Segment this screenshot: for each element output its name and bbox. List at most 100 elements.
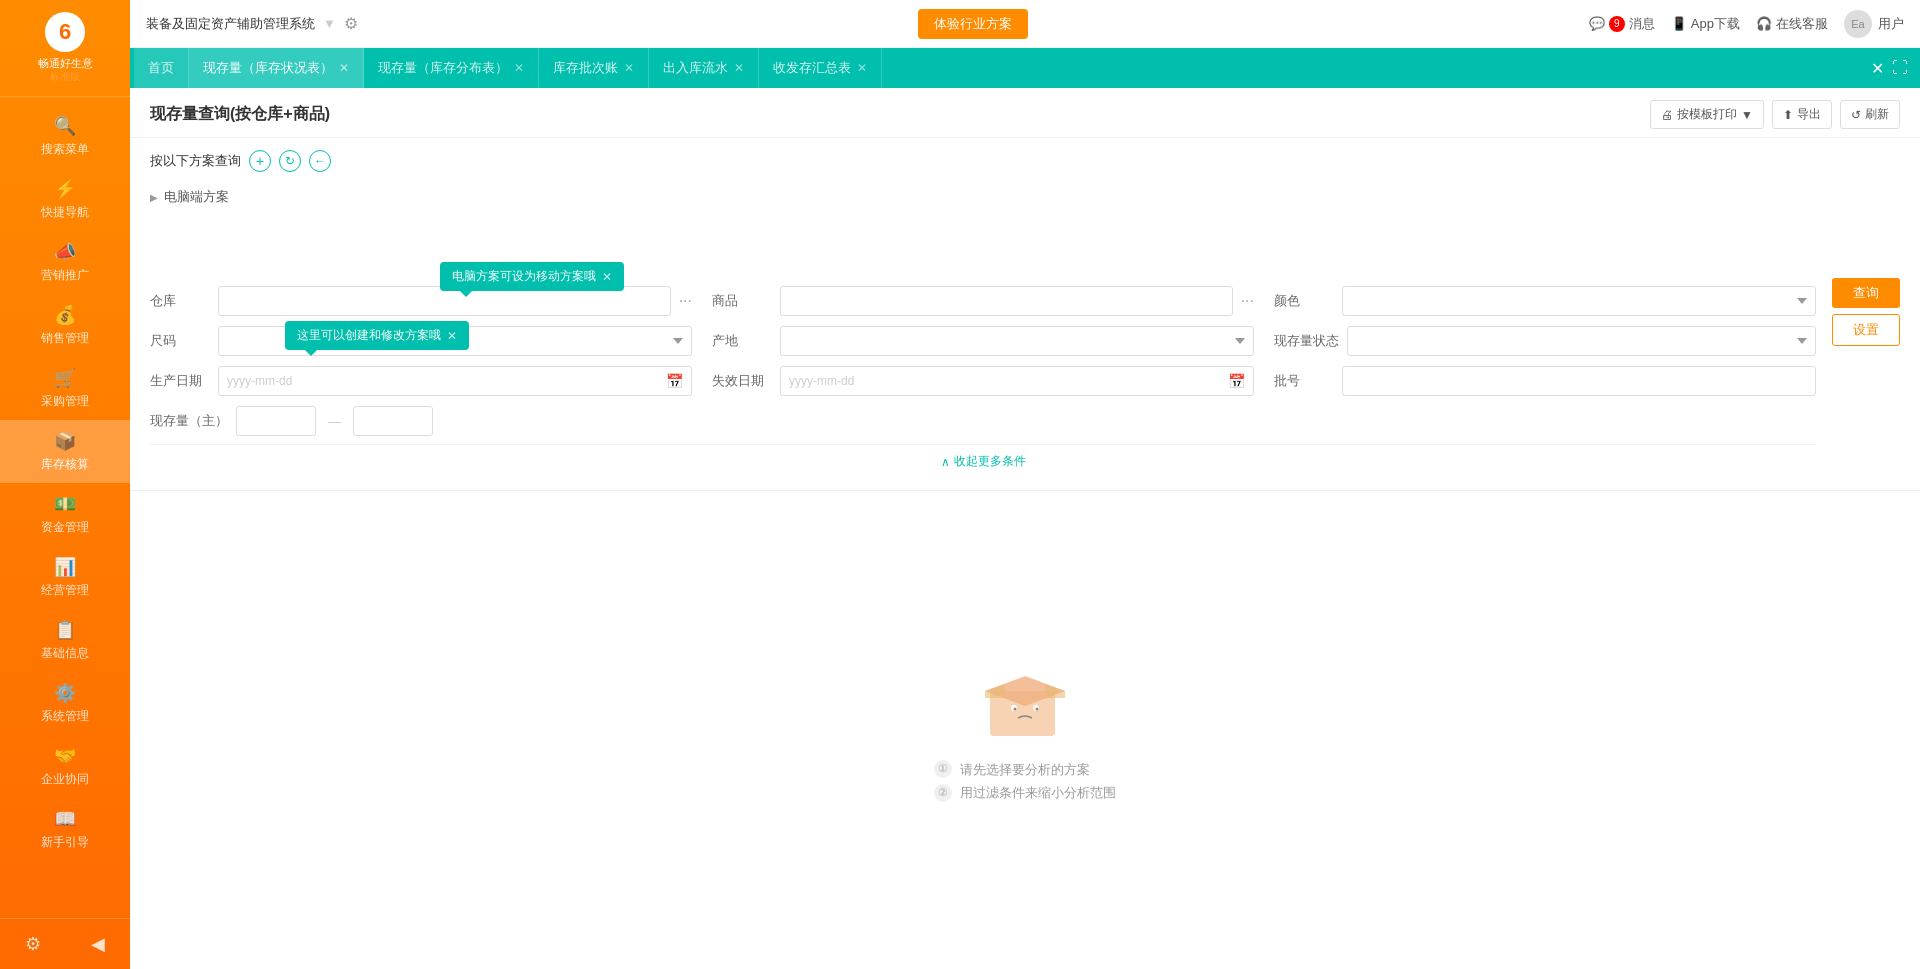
message-icon: 💬 bbox=[1589, 16, 1605, 31]
online-support-btn[interactable]: 🎧 在线客服 bbox=[1756, 15, 1828, 33]
chevron-right-icon: ▶ bbox=[150, 192, 158, 203]
sidebar-item-finance[interactable]: 💵 资金管理 bbox=[0, 483, 130, 546]
tab-close-flow[interactable]: ✕ bbox=[734, 61, 744, 75]
tab-home-label: 首页 bbox=[148, 59, 174, 77]
message-badge: 9 bbox=[1609, 16, 1625, 32]
origin-select[interactable] bbox=[780, 326, 1254, 356]
refresh-label: 刷新 bbox=[1865, 106, 1889, 123]
collapse-sidebar-icon[interactable]: ◀ bbox=[87, 929, 109, 959]
page-actions: 🖨 按模板打印 ▼ ⬆ 导出 ↺ 刷新 bbox=[1650, 100, 1900, 129]
expire-date-input[interactable]: yyyy-mm-dd 📅 bbox=[780, 366, 1254, 396]
sidebar-item-label: 资金管理 bbox=[41, 519, 89, 536]
product-dots[interactable]: ··· bbox=[1241, 292, 1254, 310]
tab-bar: 首页 现存量（库存状况表） ✕ 现存量（库存分布表） ✕ 库存批次账 ✕ 出入库… bbox=[130, 48, 1920, 88]
tab-bar-right: ✕ ⛶ bbox=[1871, 59, 1916, 78]
page-content: 现存量查询(按仓库+商品) 🖨 按模板打印 ▼ ⬆ 导出 ↺ 刷新 bbox=[130, 88, 1920, 969]
batch-input[interactable] bbox=[1342, 366, 1816, 396]
tab-maximize-icon[interactable]: ⛶ bbox=[1892, 59, 1908, 77]
sidebar-item-label: 基础信息 bbox=[41, 645, 89, 662]
logo-text: 畅通好生意 bbox=[38, 56, 93, 70]
tab-batch[interactable]: 库存批次账 ✕ bbox=[539, 48, 649, 88]
search-nav-icon: 🔍 bbox=[54, 115, 76, 137]
collapse-btn[interactable]: ∧ 收起更多条件 bbox=[150, 444, 1816, 478]
sidebar-item-purchase[interactable]: 🛒 采购管理 bbox=[0, 357, 130, 420]
sidebar-item-system[interactable]: ⚙️ 系统管理 bbox=[0, 672, 130, 735]
tooltip-box-2: 这里可以创建和修改方案哦 ✕ bbox=[285, 321, 469, 350]
tooltip-close-1[interactable]: ✕ bbox=[602, 270, 612, 284]
empty-box-svg bbox=[975, 656, 1075, 746]
sidebar-item-label: 销售管理 bbox=[41, 330, 89, 347]
warehouse-label: 仓库 bbox=[150, 292, 210, 310]
sidebar-item-quicknav[interactable]: ⚡ 快捷导航 bbox=[0, 168, 130, 231]
stock-status-field: 现存量状态 bbox=[1274, 326, 1816, 356]
sidebar-item-guide[interactable]: 📖 新手引导 bbox=[0, 798, 130, 861]
tooltip-box-1: 电脑方案可设为移动方案哦 ✕ bbox=[440, 262, 624, 291]
set-btn[interactable]: 设置 bbox=[1832, 314, 1900, 346]
tab-stock-dist-label: 现存量（库存分布表） bbox=[378, 59, 508, 77]
stock-main-to[interactable] bbox=[353, 406, 433, 436]
inventory-icon: 📦 bbox=[54, 430, 76, 452]
user-area[interactable]: Ea 用户 bbox=[1844, 10, 1904, 38]
print-btn[interactable]: 🖨 按模板打印 ▼ bbox=[1650, 100, 1764, 129]
tooltip-text-2: 这里可以创建和修改方案哦 bbox=[297, 327, 441, 344]
sidebar-item-basic-info[interactable]: 📋 基础信息 bbox=[0, 609, 130, 672]
query-btn[interactable]: 查询 bbox=[1832, 278, 1900, 308]
tab-batch-label: 库存批次账 bbox=[553, 59, 618, 77]
settings-bottom-icon[interactable]: ⚙ bbox=[21, 929, 45, 959]
top-header: 装备及固定资产辅助管理系统 ▼ ⚙ 体验行业方案 💬 9 消息 📱 App下载 … bbox=[130, 0, 1920, 48]
add-scheme-btn[interactable]: + bbox=[249, 150, 271, 172]
main-area: 装备及固定资产辅助管理系统 ▼ ⚙ 体验行业方案 💬 9 消息 📱 App下载 … bbox=[130, 0, 1920, 969]
stock-status-select[interactable] bbox=[1347, 326, 1816, 356]
tab-stock-dist[interactable]: 现存量（库存分布表） ✕ bbox=[364, 48, 539, 88]
industry-btn[interactable]: 体验行业方案 bbox=[918, 9, 1028, 39]
message-btn[interactable]: 💬 9 消息 bbox=[1589, 15, 1655, 33]
product-input[interactable] bbox=[780, 286, 1233, 316]
filter-row-3: 生产日期 yyyy-mm-dd 📅 失效日期 yyyy-mm-dd 📅 bbox=[150, 366, 1816, 396]
tooltip-close-2[interactable]: ✕ bbox=[447, 329, 457, 343]
empty-illustration bbox=[975, 656, 1075, 746]
stock-main-field: 现存量（主） — bbox=[150, 406, 700, 436]
settings-icon[interactable]: ⚙ bbox=[344, 14, 358, 33]
tab-summary[interactable]: 收发存汇总表 ✕ bbox=[759, 48, 882, 88]
quicknav-icon: ⚡ bbox=[54, 178, 76, 200]
color-select[interactable] bbox=[1342, 286, 1816, 316]
tab-close-batch[interactable]: ✕ bbox=[624, 61, 634, 75]
scheme-desktop-item[interactable]: ▶ 电脑端方案 bbox=[150, 184, 1900, 210]
system-title: 装备及固定资产辅助管理系统 bbox=[146, 15, 315, 33]
refresh-scheme-btn[interactable]: ↻ bbox=[279, 150, 301, 172]
calendar-icon-1: 📅 bbox=[666, 373, 683, 389]
stock-main-from[interactable] bbox=[236, 406, 316, 436]
sidebar-item-inventory[interactable]: 📦 库存核算 bbox=[0, 420, 130, 483]
scheme-tree: ▶ 电脑端方案 bbox=[150, 184, 1900, 218]
tab-close-stock-dist[interactable]: ✕ bbox=[514, 61, 524, 75]
operations-icon: 📊 bbox=[54, 556, 76, 578]
hint-item-2: ② 用过滤条件来缩小分析范围 bbox=[934, 781, 1116, 804]
message-label: 消息 bbox=[1629, 15, 1655, 33]
back-scheme-btn[interactable]: ← bbox=[309, 150, 331, 172]
app-download-label: App下载 bbox=[1691, 15, 1740, 33]
svg-point-7 bbox=[1036, 707, 1039, 710]
filter-content: 仓库 ··· 商品 ··· 颜色 bbox=[150, 278, 1900, 478]
sidebar-item-collab[interactable]: 🤝 企业协同 bbox=[0, 735, 130, 798]
sidebar-item-marketing[interactable]: 📣 营销推广 bbox=[0, 231, 130, 294]
refresh-btn[interactable]: ↺ 刷新 bbox=[1840, 100, 1900, 129]
warehouse-dots[interactable]: ··· bbox=[679, 292, 692, 310]
headset-icon: 🎧 bbox=[1756, 16, 1772, 31]
sidebar-item-sales[interactable]: 💰 销售管理 bbox=[0, 294, 130, 357]
tab-close-all-icon[interactable]: ✕ bbox=[1871, 59, 1884, 78]
app-download-btn[interactable]: 📱 App下载 bbox=[1671, 15, 1740, 33]
tab-flow[interactable]: 出入库流水 ✕ bbox=[649, 48, 759, 88]
prod-date-input[interactable]: yyyy-mm-dd 📅 bbox=[218, 366, 692, 396]
sidebar-item-search[interactable]: 🔍 搜索菜单 bbox=[0, 105, 130, 168]
collapse-label: 收起更多条件 bbox=[954, 453, 1026, 470]
logo-icon: 6 bbox=[45, 12, 85, 52]
filter-row-4: 现存量（主） — bbox=[150, 406, 1816, 436]
online-support-label: 在线客服 bbox=[1776, 15, 1828, 33]
tab-close-summary[interactable]: ✕ bbox=[857, 61, 867, 75]
tab-home[interactable]: 首页 bbox=[134, 48, 189, 88]
tab-stock-status[interactable]: 现存量（库存状况表） ✕ bbox=[189, 48, 364, 88]
empty-hints: ① 请先选择要分析的方案 ② 用过滤条件来缩小分析范围 bbox=[934, 758, 1116, 805]
tab-close-stock-status[interactable]: ✕ bbox=[339, 61, 349, 75]
sidebar-item-operations[interactable]: 📊 经营管理 bbox=[0, 546, 130, 609]
export-btn[interactable]: ⬆ 导出 bbox=[1772, 100, 1832, 129]
